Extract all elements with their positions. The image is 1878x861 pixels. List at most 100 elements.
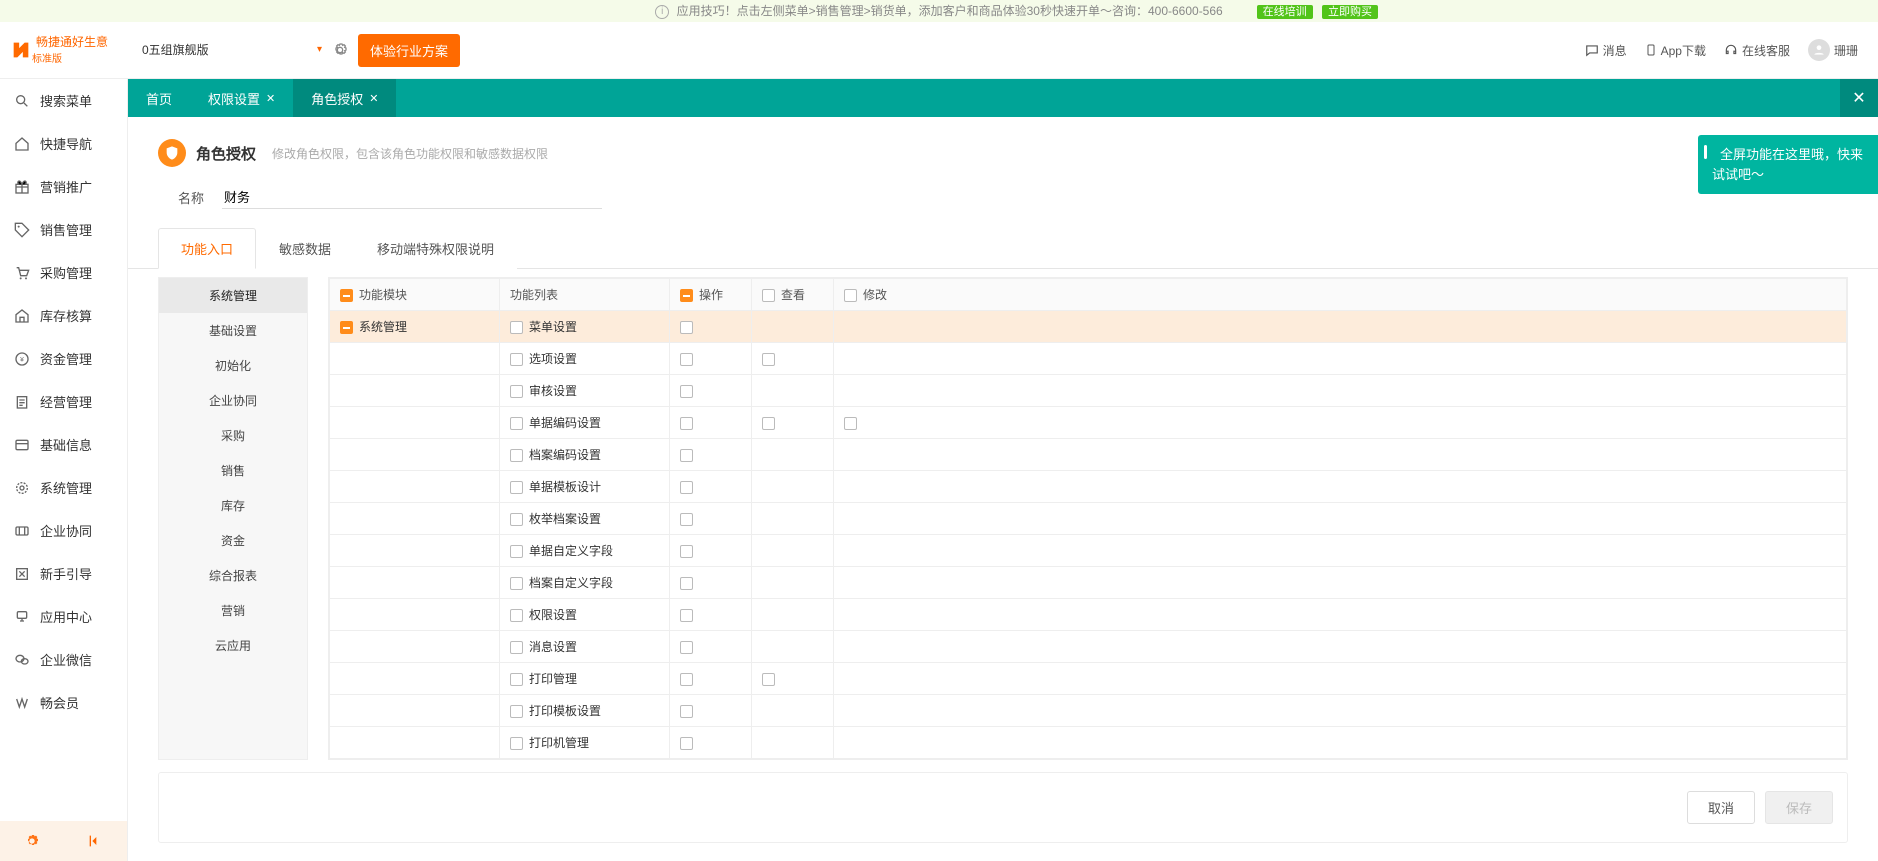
- row-name-checkbox[interactable]: [510, 449, 523, 462]
- sidebar-item-10[interactable]: 企业协同: [0, 509, 127, 552]
- row-op-checkbox[interactable]: [680, 449, 693, 462]
- header-messages[interactable]: 消息: [1585, 42, 1627, 59]
- inner-tab-2[interactable]: 移动端特殊权限说明: [354, 228, 517, 269]
- row-op-checkbox[interactable]: [680, 385, 693, 398]
- row-op-checkbox[interactable]: [680, 737, 693, 750]
- row-name-checkbox[interactable]: [510, 385, 523, 398]
- tab-2[interactable]: 角色授权✕: [293, 79, 396, 117]
- row-name-checkbox[interactable]: [510, 353, 523, 366]
- category-item-6[interactable]: 库存: [159, 488, 307, 523]
- row-view-checkbox[interactable]: [762, 673, 775, 686]
- gear-icon: [14, 480, 30, 496]
- row-op-checkbox[interactable]: [680, 513, 693, 526]
- inner-tab-1[interactable]: 敏感数据: [256, 228, 354, 269]
- sidebar-item-12[interactable]: 应用中心: [0, 595, 127, 638]
- sidebar-item-label: 营销推广: [40, 177, 92, 196]
- header-view-checkbox[interactable]: [762, 289, 775, 302]
- shop-selector[interactable]: 0五组旗舰版 ▾: [142, 41, 322, 59]
- sidebar-settings-icon[interactable]: [24, 833, 40, 849]
- sidebar-item-label: 销售管理: [40, 220, 92, 239]
- sidebar-item-11[interactable]: 新手引导: [0, 552, 127, 595]
- tab-1[interactable]: 权限设置✕: [190, 79, 293, 117]
- row-op-checkbox[interactable]: [680, 417, 693, 430]
- tab-0[interactable]: 首页: [128, 79, 190, 117]
- header-service[interactable]: 在线客服: [1724, 42, 1790, 59]
- header-app-download[interactable]: App下载: [1645, 42, 1706, 59]
- row-edit-checkbox[interactable]: [844, 417, 857, 430]
- tab-close-icon[interactable]: ✕: [266, 92, 275, 105]
- sidebar-item-5[interactable]: 库存核算: [0, 294, 127, 337]
- sidebar-item-3[interactable]: 销售管理: [0, 208, 127, 251]
- row-name-checkbox[interactable]: [510, 513, 523, 526]
- row-op-checkbox[interactable]: [680, 673, 693, 686]
- inner-tab-0[interactable]: 功能入口: [158, 228, 256, 269]
- sidebar-item-14[interactable]: 畅会员: [0, 681, 127, 724]
- house-icon: [14, 308, 30, 324]
- category-panel: 系统管理基础设置初始化企业协同采购销售库存资金综合报表营销云应用: [158, 277, 308, 760]
- row-name-checkbox[interactable]: [510, 577, 523, 590]
- cancel-button[interactable]: 取消: [1687, 791, 1755, 824]
- row-op-checkbox[interactable]: [680, 705, 693, 718]
- category-item-3[interactable]: 企业协同: [159, 383, 307, 418]
- notice-btn-buy[interactable]: 立即购买: [1322, 5, 1378, 19]
- row-name-checkbox[interactable]: [510, 481, 523, 494]
- category-item-0[interactable]: 系统管理: [159, 278, 307, 313]
- row-name-checkbox[interactable]: [510, 609, 523, 622]
- header-op-checkbox[interactable]: [680, 289, 693, 302]
- table-row: 系统管理菜单设置: [330, 311, 1847, 343]
- sidebar-item-0[interactable]: 搜索菜单: [0, 79, 127, 122]
- row-name-checkbox[interactable]: [510, 321, 523, 334]
- row-module-checkbox[interactable]: [340, 321, 353, 334]
- info-icon: i: [655, 5, 669, 19]
- logo[interactable]: 畅捷通好生意 标准版: [0, 35, 128, 64]
- tabs-close-all-button[interactable]: ✕: [1840, 79, 1878, 117]
- industry-plan-button[interactable]: 体验行业方案: [358, 34, 460, 67]
- sidebar-item-2[interactable]: 营销推广: [0, 165, 127, 208]
- row-name-checkbox[interactable]: [510, 641, 523, 654]
- role-name-input[interactable]: [222, 185, 602, 209]
- page-description: 修改角色权限，包含该角色功能权限和敏感数据权限: [272, 145, 548, 162]
- permission-table-wrap: 功能模块 功能列表 操作 查看 修改 系统管理菜单设置选项设置审核设置单据编码设…: [328, 277, 1848, 760]
- row-op-checkbox[interactable]: [680, 609, 693, 622]
- row-view-checkbox[interactable]: [762, 417, 775, 430]
- row-name-checkbox[interactable]: [510, 737, 523, 750]
- row-op-checkbox[interactable]: [680, 481, 693, 494]
- sidebar-item-8[interactable]: 基础信息: [0, 423, 127, 466]
- tab-close-icon[interactable]: ✕: [369, 92, 378, 105]
- row-op-checkbox[interactable]: [680, 353, 693, 366]
- shop-settings-icon[interactable]: [332, 42, 348, 58]
- row-name-label: 选项设置: [529, 352, 577, 366]
- row-name-checkbox[interactable]: [510, 545, 523, 558]
- sidebar-item-9[interactable]: 系统管理: [0, 466, 127, 509]
- row-op-checkbox[interactable]: [680, 641, 693, 654]
- table-row: 枚举档案设置: [330, 503, 1847, 535]
- category-item-2[interactable]: 初始化: [159, 348, 307, 383]
- notice-btn-training[interactable]: 在线培训: [1257, 5, 1313, 19]
- sidebar-item-6[interactable]: ¥资金管理: [0, 337, 127, 380]
- row-name-checkbox[interactable]: [510, 673, 523, 686]
- category-item-4[interactable]: 采购: [159, 418, 307, 453]
- header-edit-checkbox[interactable]: [844, 289, 857, 302]
- row-view-checkbox[interactable]: [762, 353, 775, 366]
- row-name-checkbox[interactable]: [510, 705, 523, 718]
- wechat-icon: [14, 652, 30, 668]
- header-module-checkbox[interactable]: [340, 289, 353, 302]
- sidebar-item-4[interactable]: 采购管理: [0, 251, 127, 294]
- permission-table: 功能模块 功能列表 操作 查看 修改 系统管理菜单设置选项设置审核设置单据编码设…: [329, 278, 1847, 759]
- sidebar-item-1[interactable]: 快捷导航: [0, 122, 127, 165]
- category-item-10[interactable]: 云应用: [159, 628, 307, 663]
- header-user[interactable]: 珊珊: [1808, 39, 1858, 61]
- sidebar-collapse-icon[interactable]: [87, 833, 103, 849]
- row-op-checkbox[interactable]: [680, 545, 693, 558]
- row-op-checkbox[interactable]: [680, 577, 693, 590]
- sidebar-item-13[interactable]: 企业微信: [0, 638, 127, 681]
- category-item-1[interactable]: 基础设置: [159, 313, 307, 348]
- sidebar-item-7[interactable]: 经营管理: [0, 380, 127, 423]
- category-item-8[interactable]: 综合报表: [159, 558, 307, 593]
- row-name-checkbox[interactable]: [510, 417, 523, 430]
- category-item-9[interactable]: 营销: [159, 593, 307, 628]
- category-item-5[interactable]: 销售: [159, 453, 307, 488]
- row-name-label: 单据模板设计: [529, 480, 601, 494]
- row-op-checkbox[interactable]: [680, 321, 693, 334]
- category-item-7[interactable]: 资金: [159, 523, 307, 558]
